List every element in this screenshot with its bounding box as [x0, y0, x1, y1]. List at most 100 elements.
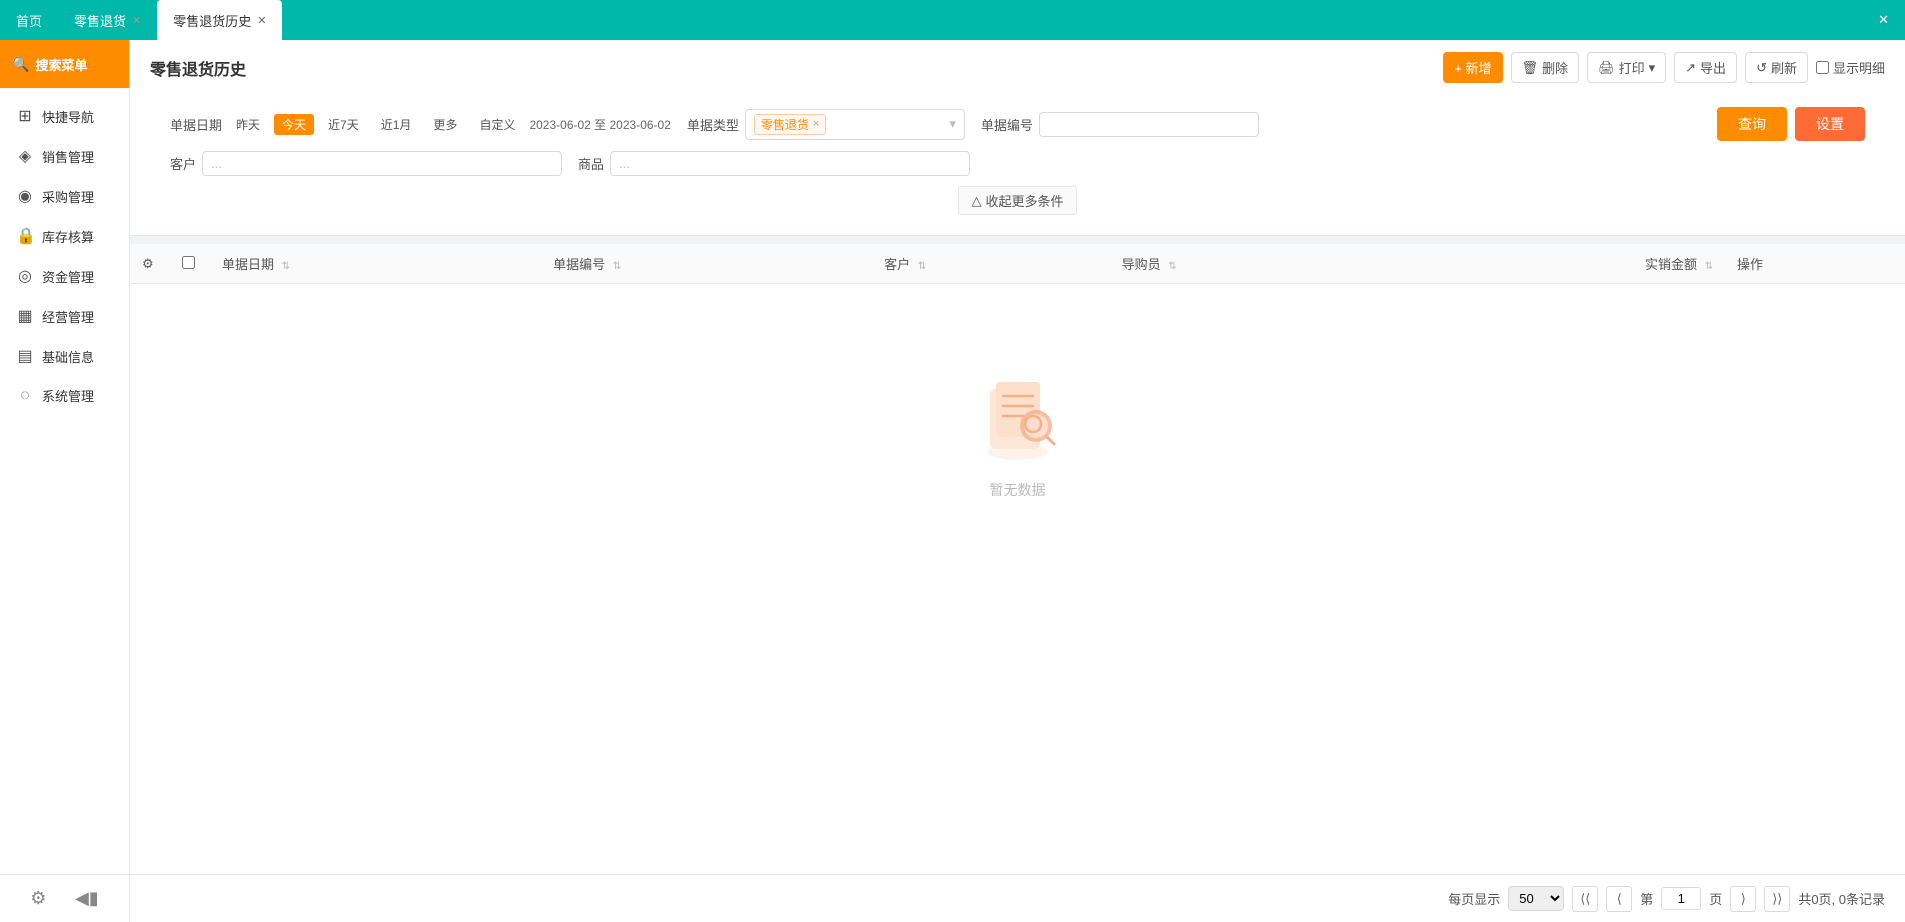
sidebar-item-label-system-mgmt: 系统管理	[42, 386, 94, 405]
sidebar-item-label-basic-info: 基础信息	[42, 347, 94, 366]
filter-voucher-no: 单据编号	[981, 112, 1259, 137]
query-button[interactable]: 查询	[1717, 107, 1787, 141]
filter-voucher-type: 单据类型 零售退货 × ▾	[687, 109, 965, 140]
settings-bottom-icon[interactable]: ⚙	[30, 888, 46, 909]
delete-icon: 🗑	[1522, 60, 1539, 76]
window-close-button[interactable]: ✕	[1878, 12, 1905, 28]
empty-state-icon	[968, 364, 1068, 464]
date-btn-7days[interactable]: 近7天	[320, 114, 367, 135]
main-layout: 🔍 搜索菜单 ⊞ 快捷导航 ◈ 销售管理 ◉ 采购管理 🔒 库存核算 ◎ 资金	[0, 40, 1905, 922]
voucher-type-select[interactable]: 零售退货 × ▾	[745, 109, 965, 140]
filter-customer: 客户 ...	[170, 151, 562, 176]
collapse-filter-button[interactable]: △ 收起更多条件	[958, 186, 1076, 215]
page-size-select[interactable]: 50 20 100	[1508, 886, 1564, 911]
basic-info-icon: ▤	[16, 346, 34, 366]
page-size-label: 每页显示	[1448, 889, 1500, 908]
voucher-no-label: 单据编号	[981, 115, 1033, 134]
operations-icon: ▦	[16, 306, 34, 326]
col-checkbox[interactable]	[170, 244, 210, 284]
page-actions: + 新增 🗑 删除 🖨 打印 ▾ ↗ 导出	[1443, 52, 1885, 83]
customer-label: 客户	[170, 154, 196, 173]
last-page-button[interactable]: ⟩⟩	[1764, 886, 1790, 912]
date-button-group: 昨天 今天 近7天 近1月 更多 自定义	[228, 114, 523, 135]
sidebar-item-operations-mgmt[interactable]: ▦ 经营管理	[0, 296, 129, 336]
show-detail-checkbox[interactable]	[1816, 61, 1829, 74]
voucher-date-label: 单据日期	[170, 115, 222, 134]
sidebar-item-label-purchase-mgmt: 采购管理	[42, 187, 94, 206]
voucher-type-tag-close[interactable]: ×	[813, 118, 819, 130]
total-text: 共0页, 0条记录	[1798, 889, 1885, 908]
voucher-no-input[interactable]	[1039, 112, 1259, 137]
sidebar-item-purchase-mgmt[interactable]: ◉ 采购管理	[0, 176, 129, 216]
tab-close-retail-return[interactable]: ✕	[132, 14, 141, 27]
product-select[interactable]: ...	[610, 151, 970, 176]
select-all-checkbox[interactable]	[182, 256, 195, 269]
tab-retail-return-history[interactable]: 零售退货历史 ✕	[157, 0, 282, 40]
filter-row-1: 单据日期 昨天 今天 近7天 近1月 更多 自定义 2023-06-02 至 2…	[170, 107, 1865, 141]
date-btn-more[interactable]: 更多	[425, 114, 465, 135]
page-title: 零售退货历史	[150, 56, 246, 80]
sidebar-item-label-inventory: 库存核算	[42, 227, 94, 246]
sidebar: 🔍 搜索菜单 ⊞ 快捷导航 ◈ 销售管理 ◉ 采购管理 🔒 库存核算 ◎ 资金	[0, 40, 130, 922]
search-icon: 🔍	[12, 56, 29, 73]
sidebar-menu: ⊞ 快捷导航 ◈ 销售管理 ◉ 采购管理 🔒 库存核算 ◎ 资金管理 ▦ 经营管…	[0, 88, 129, 874]
sidebar-search[interactable]: 🔍 搜索菜单	[0, 40, 129, 88]
sort-customer-icon: ⇅	[918, 261, 926, 272]
print-icon: 🖨	[1598, 60, 1615, 76]
purchase-icon: ◉	[16, 186, 34, 206]
delete-button[interactable]: 🗑 删除	[1511, 52, 1580, 83]
sidebar-item-label-operations-mgmt: 经营管理	[42, 307, 94, 326]
customer-select[interactable]: ...	[202, 151, 562, 176]
next-page-button[interactable]: ⟩	[1730, 886, 1756, 912]
col-guide[interactable]: 导购员 ⇅	[1110, 244, 1394, 284]
prev-page-button[interactable]: ⟨	[1606, 886, 1632, 912]
collapse-icon: △	[971, 193, 981, 209]
col-number[interactable]: 单据编号 ⇅	[541, 244, 872, 284]
sidebar-item-finance-mgmt[interactable]: ◎ 资金管理	[0, 256, 129, 296]
export-button[interactable]: ↗ 导出	[1674, 52, 1737, 83]
print-button[interactable]: 🖨 打印 ▾	[1587, 52, 1666, 83]
speaker-bottom-icon[interactable]: ◀▮	[75, 888, 99, 909]
filter-area: 单据日期 昨天 今天 近7天 近1月 更多 自定义 2023-06-02 至 2…	[150, 95, 1885, 235]
page-input[interactable]	[1661, 887, 1701, 910]
filter-voucher-date: 单据日期 昨天 今天 近7天 近1月 更多 自定义 2023-06-02 至 2…	[170, 114, 671, 135]
col-amount[interactable]: 实销金额 ⇅	[1394, 244, 1725, 284]
col-settings[interactable]: ⚙	[130, 244, 170, 284]
sidebar-bottom: ⚙ ◀▮	[0, 874, 129, 922]
sort-guide-icon: ⇅	[1168, 261, 1176, 272]
col-date[interactable]: 单据日期 ⇅	[210, 244, 541, 284]
sidebar-item-label-finance-mgmt: 资金管理	[42, 267, 94, 286]
sidebar-item-inventory[interactable]: 🔒 库存核算	[0, 216, 129, 256]
refresh-button[interactable]: ↺ 刷新	[1745, 52, 1808, 83]
tab-retail-return[interactable]: 零售退货 ✕	[58, 0, 157, 40]
product-label: 商品	[578, 154, 604, 173]
collapse-label: 收起更多条件	[985, 191, 1063, 210]
tab-home[interactable]: 首页	[0, 0, 58, 40]
page-word: 第	[1640, 889, 1653, 908]
table-container: ⚙ 单据日期 ⇅ 单据编号 ⇅	[130, 244, 1905, 874]
content-area: 零售退货历史 + 新增 🗑 删除 🖨 打印 ▾ ↗	[130, 40, 1905, 922]
date-btn-today[interactable]: 今天	[274, 114, 314, 135]
sidebar-item-system-mgmt[interactable]: ◌ 系统管理	[0, 376, 129, 415]
page-unit: 页	[1709, 889, 1722, 908]
date-btn-1month[interactable]: 近1月	[373, 114, 420, 135]
sidebar-item-basic-info[interactable]: ▤ 基础信息	[0, 336, 129, 376]
filter-row-2: 客户 ... 商品 ...	[170, 151, 1865, 176]
sidebar-item-quick-nav[interactable]: ⊞ 快捷导航	[0, 96, 129, 136]
empty-text: 暂无数据	[990, 480, 1046, 500]
date-btn-custom[interactable]: 自定义	[471, 114, 523, 135]
new-button[interactable]: + 新增	[1443, 52, 1502, 83]
show-detail-checkbox-label[interactable]: 显示明细	[1816, 58, 1885, 77]
settings-button[interactable]: 设置	[1795, 107, 1865, 141]
sort-number-icon: ⇅	[613, 261, 621, 272]
date-btn-yesterday[interactable]: 昨天	[228, 114, 268, 135]
first-page-button[interactable]: ⟨⟨	[1572, 886, 1598, 912]
page-header: 零售退货历史 + 新增 🗑 删除 🖨 打印 ▾ ↗	[130, 40, 1905, 236]
sidebar-item-label-sales-mgmt: 销售管理	[42, 147, 94, 166]
page-title-row: 零售退货历史 + 新增 🗑 删除 🖨 打印 ▾ ↗	[150, 52, 1885, 83]
col-customer[interactable]: 客户 ⇅	[872, 244, 1110, 284]
tab-close-retail-return-history[interactable]: ✕	[257, 14, 266, 27]
refresh-icon: ↺	[1756, 60, 1767, 76]
sidebar-item-sales-mgmt[interactable]: ◈ 销售管理	[0, 136, 129, 176]
print-dropdown-icon: ▾	[1649, 60, 1656, 76]
